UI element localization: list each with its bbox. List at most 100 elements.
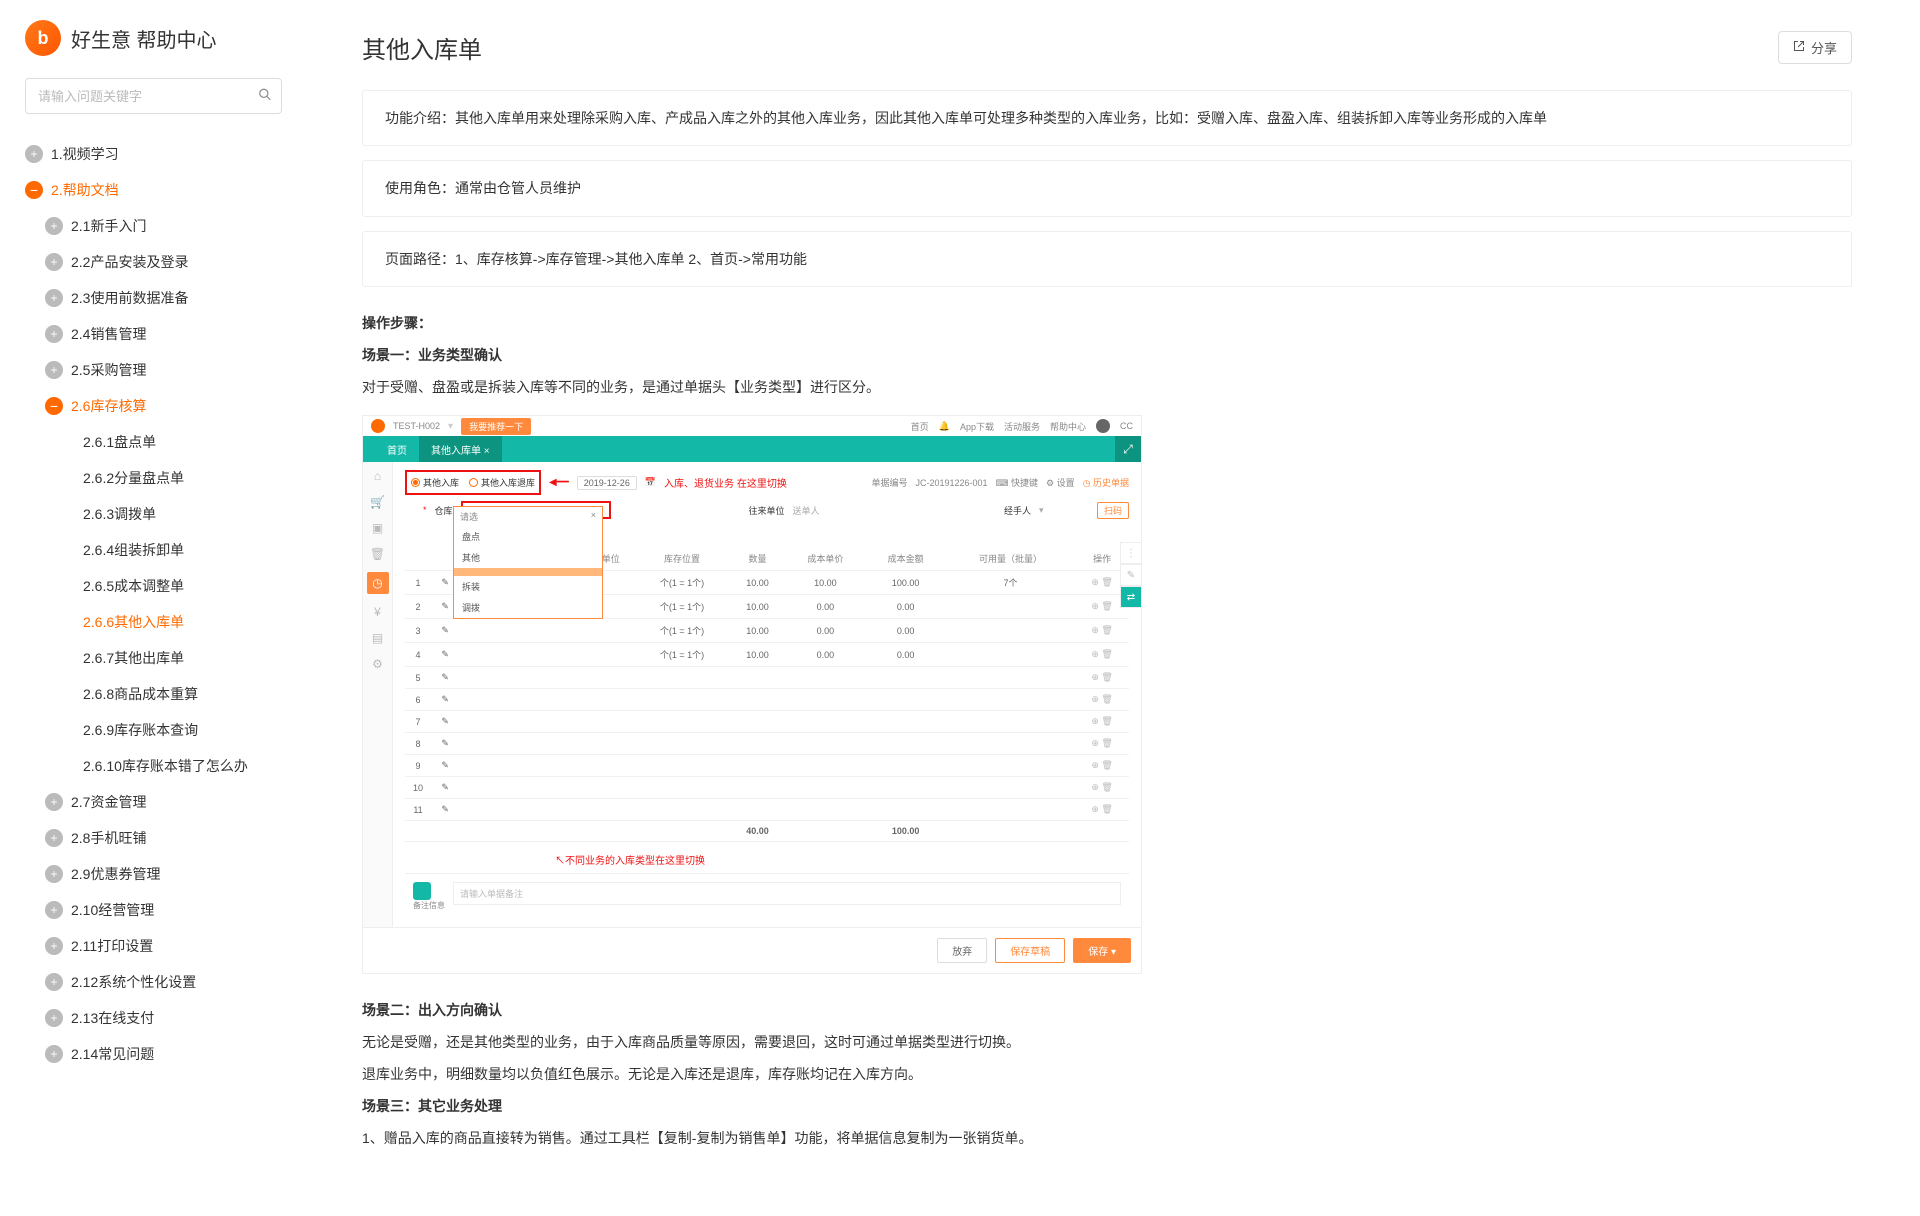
intro-label: 功能介绍： <box>385 110 455 126</box>
path-text: 1、库存核算->库存管理->其他入库单 2、首页->常用功能 <box>455 251 807 267</box>
role-box: 使用角色：通常由仓管人员维护 <box>362 160 1852 216</box>
nav-item[interactable]: 2.6.10库存账本错了怎么办 <box>25 748 282 784</box>
sidebar: b 好生意 帮助中心 +1.视频学习−2.帮助文档+2.1新手入门+2.2产品安… <box>0 0 307 1216</box>
nav-item[interactable]: 2.6.7其他出库单 <box>25 640 282 676</box>
plus-icon: + <box>45 901 63 919</box>
nav-list: +1.视频学习−2.帮助文档+2.1新手入门+2.2产品安装及登录+2.3使用前… <box>25 136 282 1072</box>
intro-text: 其他入库单用来处理除采购入库、产成品入库之外的其他入库业务，因此其他入库单可处理… <box>455 110 1547 126</box>
scene1-head: 场景一：业务类型确认 <box>362 341 1852 369</box>
nav-label: 2.6.10库存账本错了怎么办 <box>83 756 248 776</box>
plus-icon: + <box>45 865 63 883</box>
plus-icon: + <box>45 361 63 379</box>
ss-cancel-btn: 放弃 <box>937 938 987 963</box>
ss-home-icon: ⌂ <box>370 468 386 484</box>
search-input[interactable] <box>25 78 282 114</box>
plus-icon: + <box>25 145 43 163</box>
logo-text: 好生意 帮助中心 <box>71 24 217 53</box>
ss-dropdown: 请选× 盘点 其他 拆装 调拨 <box>453 506 603 619</box>
nav-label: 2.6.5成本调整单 <box>83 576 184 596</box>
scene3-line1: 1、赠品入库的商品直接转为销售。通过工具栏【复制-复制为销售单】功能，将单据信息… <box>362 1124 1852 1152</box>
nav-item[interactable]: +2.12系统个性化设置 <box>25 964 282 1000</box>
nav-label: 2.8手机旺铺 <box>71 828 146 848</box>
logo[interactable]: b 好生意 帮助中心 <box>25 20 282 56</box>
nav-label: 2.6.6其他入库单 <box>83 612 184 632</box>
ss-tool-icon: ⋮ <box>1120 542 1142 564</box>
ss-clock-icon: ◷ <box>367 572 389 594</box>
nav-label: 2.6.8商品成本重算 <box>83 684 198 704</box>
ss-trash-icon: 🗑 <box>370 546 386 562</box>
nav-item[interactable]: −2.帮助文档 <box>25 172 282 208</box>
main-content: 其他入库单 分享 功能介绍：其他入库单用来处理除采购入库、产成品入库之外的其他入… <box>307 0 1907 1216</box>
nav-item[interactable]: +2.7资金管理 <box>25 784 282 820</box>
nav-label: 2.6.9库存账本查询 <box>83 720 198 740</box>
nav-item[interactable]: 2.6.3调拨单 <box>25 496 282 532</box>
plus-icon: + <box>45 937 63 955</box>
minus-icon: − <box>45 397 63 415</box>
scene3-head: 场景三：其它业务处理 <box>362 1092 1852 1120</box>
ss-draft-btn: 保存草稿 <box>995 938 1065 963</box>
nav-item[interactable]: 2.6.1盘点单 <box>25 424 282 460</box>
nav-item[interactable]: +2.8手机旺铺 <box>25 820 282 856</box>
nav-item[interactable]: 2.6.5成本调整单 <box>25 568 282 604</box>
nav-label: 2.帮助文档 <box>51 180 119 200</box>
ss-close-icon: ⤢ <box>1115 436 1141 462</box>
nav-item[interactable]: 2.6.9库存账本查询 <box>25 712 282 748</box>
search-wrap <box>25 78 282 114</box>
ss-cart-icon: 🛒 <box>370 494 386 510</box>
nav-item[interactable]: 2.6.4组装拆卸单 <box>25 532 282 568</box>
ss-annotation-2: 不同业务的入库类型在这里切换 <box>565 856 705 867</box>
nav-item[interactable]: +2.3使用前数据准备 <box>25 280 282 316</box>
nav-label: 1.视频学习 <box>51 144 119 164</box>
search-icon[interactable] <box>258 88 272 105</box>
nav-item[interactable]: +2.10经营管理 <box>25 892 282 928</box>
scene2-line1: 无论是受赠，还是其他类型的业务，由于入库商品质量等原因，需要退回，这时可通过单据… <box>362 1028 1852 1056</box>
nav-item[interactable]: −2.6库存核算 <box>25 388 282 424</box>
nav-label: 2.5采购管理 <box>71 360 146 380</box>
logo-icon: b <box>25 20 61 56</box>
nav-label: 2.6.4组装拆卸单 <box>83 540 184 560</box>
ss-avatar-icon <box>1096 419 1110 433</box>
ss-note-input: 请输入单据备注 <box>453 882 1121 905</box>
nav-item[interactable]: +2.14常见问题 <box>25 1036 282 1072</box>
nav-item[interactable]: +2.5采购管理 <box>25 352 282 388</box>
share-button[interactable]: 分享 <box>1778 31 1852 64</box>
plus-icon: + <box>45 217 63 235</box>
ss-annotation-1: 入库、退货业务 在这里切换 <box>664 475 787 490</box>
nav-item[interactable]: +2.2产品安装及登录 <box>25 244 282 280</box>
nav-item[interactable]: 2.6.6其他入库单 <box>25 604 282 640</box>
path-label: 页面路径： <box>385 251 455 267</box>
nav-label: 2.6.1盘点单 <box>83 432 156 452</box>
ss-money-icon: ¥ <box>370 604 386 620</box>
nav-item[interactable]: +2.4销售管理 <box>25 316 282 352</box>
plus-icon: + <box>45 253 63 271</box>
ss-chart-icon: ▤ <box>370 630 386 646</box>
nav-label: 2.4销售管理 <box>71 324 146 344</box>
nav-item[interactable]: +1.视频学习 <box>25 136 282 172</box>
ss-logo-icon <box>371 419 385 433</box>
nav-label: 2.7资金管理 <box>71 792 146 812</box>
nav-item[interactable]: 2.6.2分量盘点单 <box>25 460 282 496</box>
nav-label: 2.9优惠券管理 <box>71 864 160 884</box>
plus-icon: + <box>45 325 63 343</box>
plus-icon: + <box>45 1009 63 1027</box>
nav-item[interactable]: +2.13在线支付 <box>25 1000 282 1036</box>
nav-label: 2.11打印设置 <box>71 936 153 956</box>
nav-label: 2.10经营管理 <box>71 900 154 920</box>
page-title: 其他入库单 <box>362 30 482 65</box>
plus-icon: + <box>45 829 63 847</box>
plus-icon: + <box>45 973 63 991</box>
steps-title: 操作步骤： <box>362 309 1852 337</box>
ss-gear-icon: ⚙ <box>370 656 386 672</box>
ss-code: TEST-H002 <box>393 421 440 431</box>
ss-tool-icon: ⇄ <box>1120 586 1142 608</box>
nav-label: 2.13在线支付 <box>71 1008 154 1028</box>
nav-item[interactable]: 2.6.8商品成本重算 <box>25 676 282 712</box>
nav-item[interactable]: +2.11打印设置 <box>25 928 282 964</box>
nav-item[interactable]: +2.9优惠券管理 <box>25 856 282 892</box>
ss-date: 2019-12-26 <box>577 476 637 490</box>
scene1-desc: 对于受赠、盘盈或是拆装入库等不同的业务，是通过单据头【业务类型】进行区分。 <box>362 373 1852 401</box>
nav-item[interactable]: +2.1新手入门 <box>25 208 282 244</box>
ss-tab-home: 首页 <box>375 436 419 462</box>
nav-label: 2.2产品安装及登录 <box>71 252 188 272</box>
ss-tab-current: 其他入库单 × <box>419 436 502 462</box>
